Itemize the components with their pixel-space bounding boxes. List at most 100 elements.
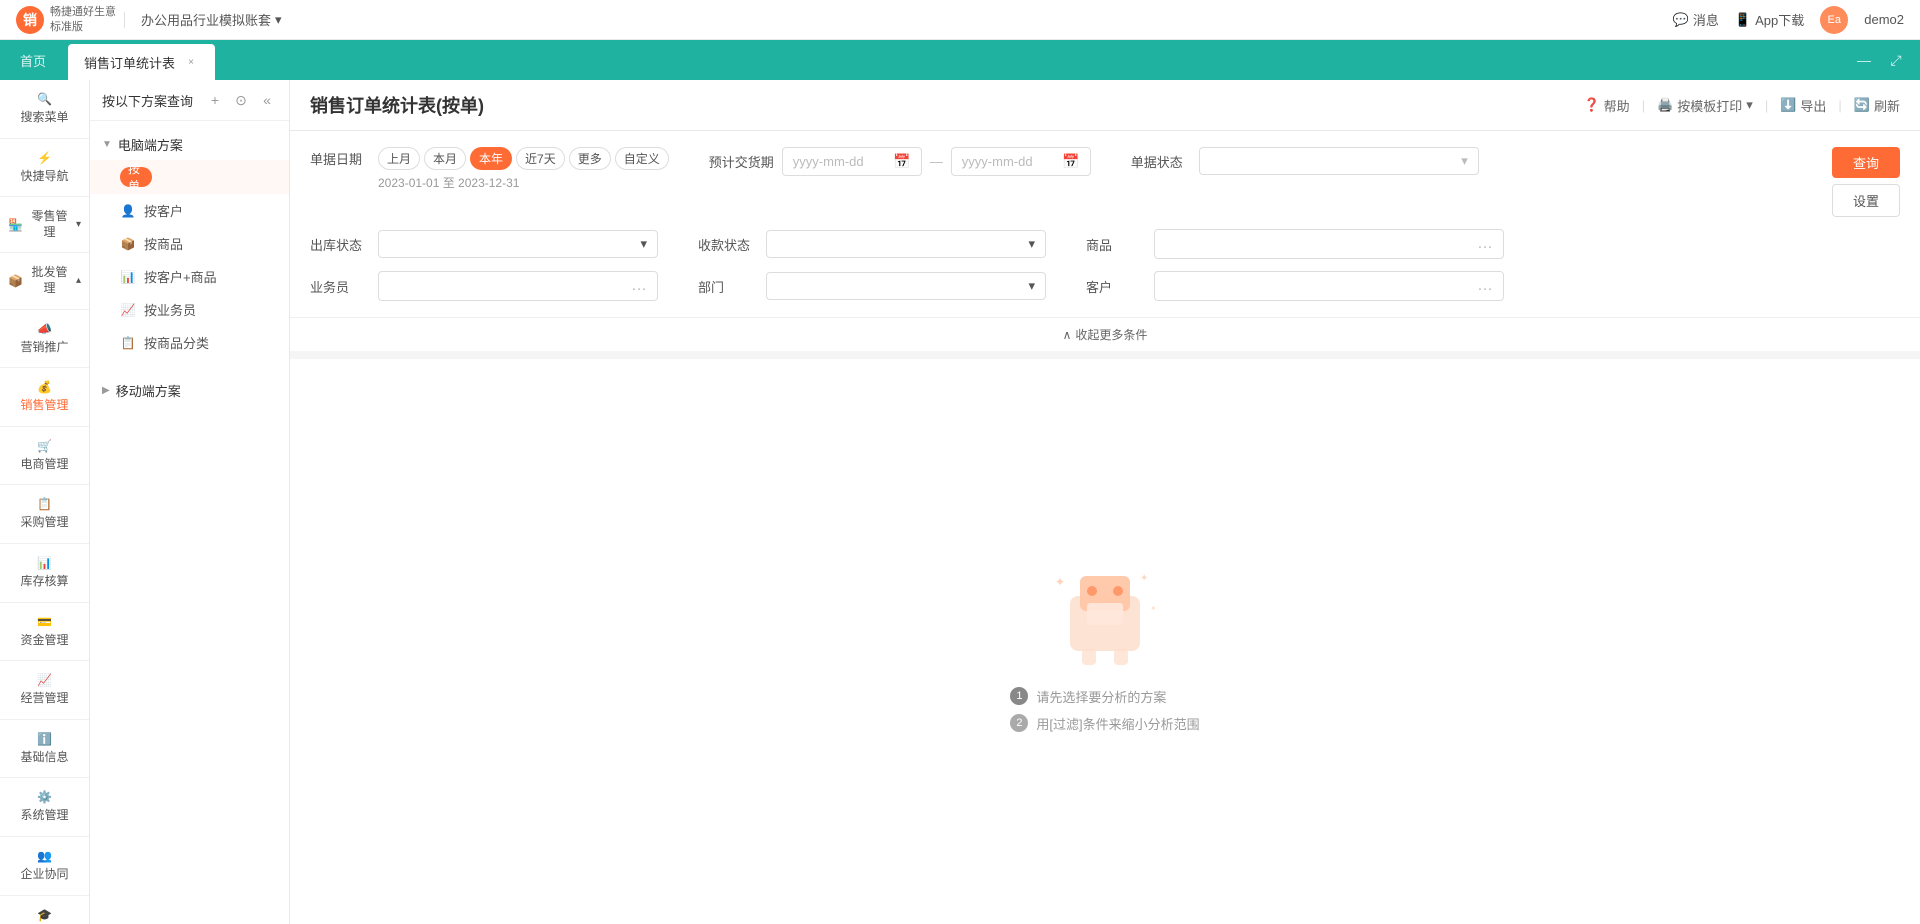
finance-icon: 💳 (37, 615, 52, 629)
filter-area: 单据日期 上月 本月 本年 近7天 更多 自定义 2023-01-01 至 20… (290, 131, 1920, 317)
shipment-status-select[interactable]: ▾ (378, 230, 658, 258)
settings-button[interactable]: 设置 (1832, 184, 1900, 217)
help-icon: ❓ (1583, 97, 1599, 113)
scheme-group-mobile-title[interactable]: ▶ 移动端方案 (90, 375, 289, 406)
scheme-group-pc: ▼ 电脑端方案 按单 👤 按客户 📦 按商品 📊 按客户+商品 (90, 121, 289, 367)
print-button[interactable]: 🖨️ 按模板打印 ▾ (1657, 96, 1753, 115)
scheme-group-pc-title[interactable]: ▼ 电脑端方案 (90, 129, 289, 160)
app-selector[interactable]: 办公用品行业模拟账套 ▾ (133, 6, 290, 33)
sidebar-item-basic[interactable]: ℹ️ 基础信息 (0, 720, 89, 779)
query-button[interactable]: 查询 (1832, 147, 1900, 178)
sidebar-item-retail[interactable]: 🏪 零售管理 ▾ (0, 197, 89, 253)
salesperson-dots-icon[interactable]: … (631, 277, 647, 295)
scheme-item-by-salesperson[interactable]: 📈 按业务员 (90, 293, 289, 326)
calendar-end-icon[interactable]: 📅 (1062, 153, 1079, 170)
sidebar-item-inventory[interactable]: 📊 库存核算 (0, 544, 89, 603)
sidebar-item-system[interactable]: ⚙️ 系统管理 (0, 778, 89, 837)
app-download-action[interactable]: 📱 App下载 (1735, 10, 1804, 29)
tab-maximize-button[interactable]: ⤢ (1884, 48, 1908, 72)
department-select[interactable]: ▾ (766, 272, 1046, 300)
date-btn-last-7days[interactable]: 近7天 (516, 147, 565, 170)
left-panel-header: 按以下方案查询 + ⊙ « (90, 80, 289, 121)
sidebar-item-ecommerce[interactable]: 🛒 电商管理 (0, 427, 89, 486)
sidebar-item-newbie[interactable]: 🎓 新手引导 (0, 896, 89, 924)
retail-arrow-icon: ▾ (76, 219, 81, 230)
left-panel: 按以下方案查询 + ⊙ « ▼ 电脑端方案 按单 👤 按客户 (90, 80, 290, 924)
message-action[interactable]: 💬 消息 (1673, 10, 1719, 29)
page-header: 销售订单统计表(按单) ❓ 帮助 | 🖨️ 按模板打印 ▾ | ⬇️ (290, 80, 1920, 131)
tab-home[interactable]: 首页 (0, 40, 66, 80)
date-quick-buttons: 上月 本月 本年 近7天 更多 自定义 (378, 147, 669, 170)
customer-dots-icon[interactable]: … (1477, 277, 1493, 295)
sales-icon: 💰 (37, 380, 52, 394)
sidebar-item-finance[interactable]: 💳 资金管理 (0, 603, 89, 662)
salesperson-group: 业务员 … (310, 271, 658, 301)
date-btn-this-month[interactable]: 本月 (424, 147, 466, 170)
scheme-item-by-customer-product[interactable]: 📊 按客户+商品 (90, 260, 289, 293)
scheme-item-by-customer[interactable]: 👤 按客户 (90, 194, 289, 227)
order-status-label: 单据状态 (1131, 152, 1191, 171)
empty-hint-1: 1 请先选择要分析的方案 (1010, 687, 1199, 706)
marketing-icon: 📣 (37, 322, 52, 336)
scheme-item-by-category[interactable]: 📋 按商品分类 (90, 326, 289, 359)
sidebar-item-quick-nav[interactable]: ⚡ 快捷导航 (0, 139, 89, 198)
date-btn-last-month[interactable]: 上月 (378, 147, 420, 170)
customer-label: 客户 (1086, 277, 1146, 296)
page-title: 销售订单统计表(按单) (310, 92, 484, 118)
scheme-item-by-product[interactable]: 📦 按商品 (90, 227, 289, 260)
sidebar-item-purchase[interactable]: 📋 采购管理 (0, 485, 89, 544)
refresh-button[interactable]: 🔄 刷新 (1854, 96, 1900, 115)
tab-active[interactable]: 销售订单统计表 × (68, 44, 215, 80)
page-header-actions: ❓ 帮助 | 🖨️ 按模板打印 ▾ | ⬇️ 导出 | (1583, 96, 1900, 115)
empty-hints: 1 请先选择要分析的方案 2 用[过滤]条件来缩小分析范围 (1010, 687, 1199, 733)
enterprise-icon: 👥 (37, 849, 52, 863)
expected-delivery-start-input[interactable]: yyyy-mm-dd 📅 (782, 147, 922, 176)
payment-status-select[interactable]: ▾ (766, 230, 1046, 258)
sidebar-item-marketing[interactable]: 📣 营销推广 (0, 310, 89, 369)
operation-icon: 📈 (37, 673, 52, 687)
expected-delivery-end-input[interactable]: yyyy-mm-dd 📅 (951, 147, 1091, 176)
shipment-status-arrow-icon: ▾ (640, 236, 647, 252)
tab-close-button[interactable]: × (183, 54, 199, 70)
add-scheme-button[interactable]: + (205, 90, 225, 110)
settings-scheme-button[interactable]: ⊙ (231, 90, 251, 110)
top-bar-right: 💬 消息 📱 App下载 Ea demo2 (1673, 6, 1904, 34)
salesperson-label: 业务员 (310, 277, 370, 296)
order-status-dropdown[interactable]: ▾ (1199, 147, 1479, 175)
date-filter-group: 单据日期 上月 本月 本年 近7天 更多 自定义 2023-01-01 至 20… (310, 147, 669, 191)
collapse-bar[interactable]: ∧ 收起更多条件 (290, 317, 1920, 351)
download-icon: 📱 (1735, 12, 1751, 28)
sidebar-item-search-menu[interactable]: 🔍 搜索菜单 (0, 80, 89, 139)
collapse-up-icon: ∧ (1063, 328, 1072, 342)
goods-dots-icon[interactable]: … (1477, 235, 1493, 253)
goods-input[interactable]: … (1154, 229, 1504, 259)
tab-minimize-button[interactable]: — (1852, 48, 1876, 72)
date-btn-this-year[interactable]: 本年 (470, 147, 512, 170)
logo-icon: 销 (16, 6, 44, 34)
tab-bar-right: — ⤢ (1852, 48, 1920, 72)
customer-input[interactable]: … (1154, 271, 1504, 301)
calendar-start-icon[interactable]: 📅 (893, 153, 910, 170)
sidebar-item-wholesale[interactable]: 📦 批发管理 ▴ (0, 253, 89, 309)
print-icon: 🖨️ (1657, 97, 1673, 113)
top-bar-left: 销 畅捷通好生意 标准版 办公用品行业模拟账套 ▾ (16, 5, 290, 34)
date-btn-custom[interactable]: 自定义 (615, 147, 669, 170)
sidebar-item-sales[interactable]: 💰 销售管理 (0, 368, 89, 427)
top-bar-divider (124, 12, 125, 28)
sidebar-item-enterprise[interactable]: 👥 企业协同 (0, 837, 89, 896)
date-btn-more[interactable]: 更多 (569, 147, 611, 170)
retail-icon: 🏪 (8, 218, 23, 232)
help-button[interactable]: ❓ 帮助 (1583, 96, 1629, 115)
collapse-panel-button[interactable]: « (257, 90, 277, 110)
avatar[interactable]: Ea (1820, 6, 1848, 34)
by-salesperson-icon: 📈 (120, 302, 136, 318)
export-button[interactable]: ⬇️ 导出 (1780, 96, 1826, 115)
inventory-icon: 📊 (37, 556, 52, 570)
scheme-item-by-order[interactable]: 按单 (90, 160, 289, 194)
by-customer-product-icon: 📊 (120, 269, 136, 285)
shipment-status-label: 出库状态 (310, 235, 370, 254)
salesperson-input[interactable]: … (378, 271, 658, 301)
svg-text:✦: ✦ (1150, 604, 1157, 613)
sidebar-item-operation[interactable]: 📈 经营管理 (0, 661, 89, 720)
svg-text:✦: ✦ (1055, 575, 1065, 589)
